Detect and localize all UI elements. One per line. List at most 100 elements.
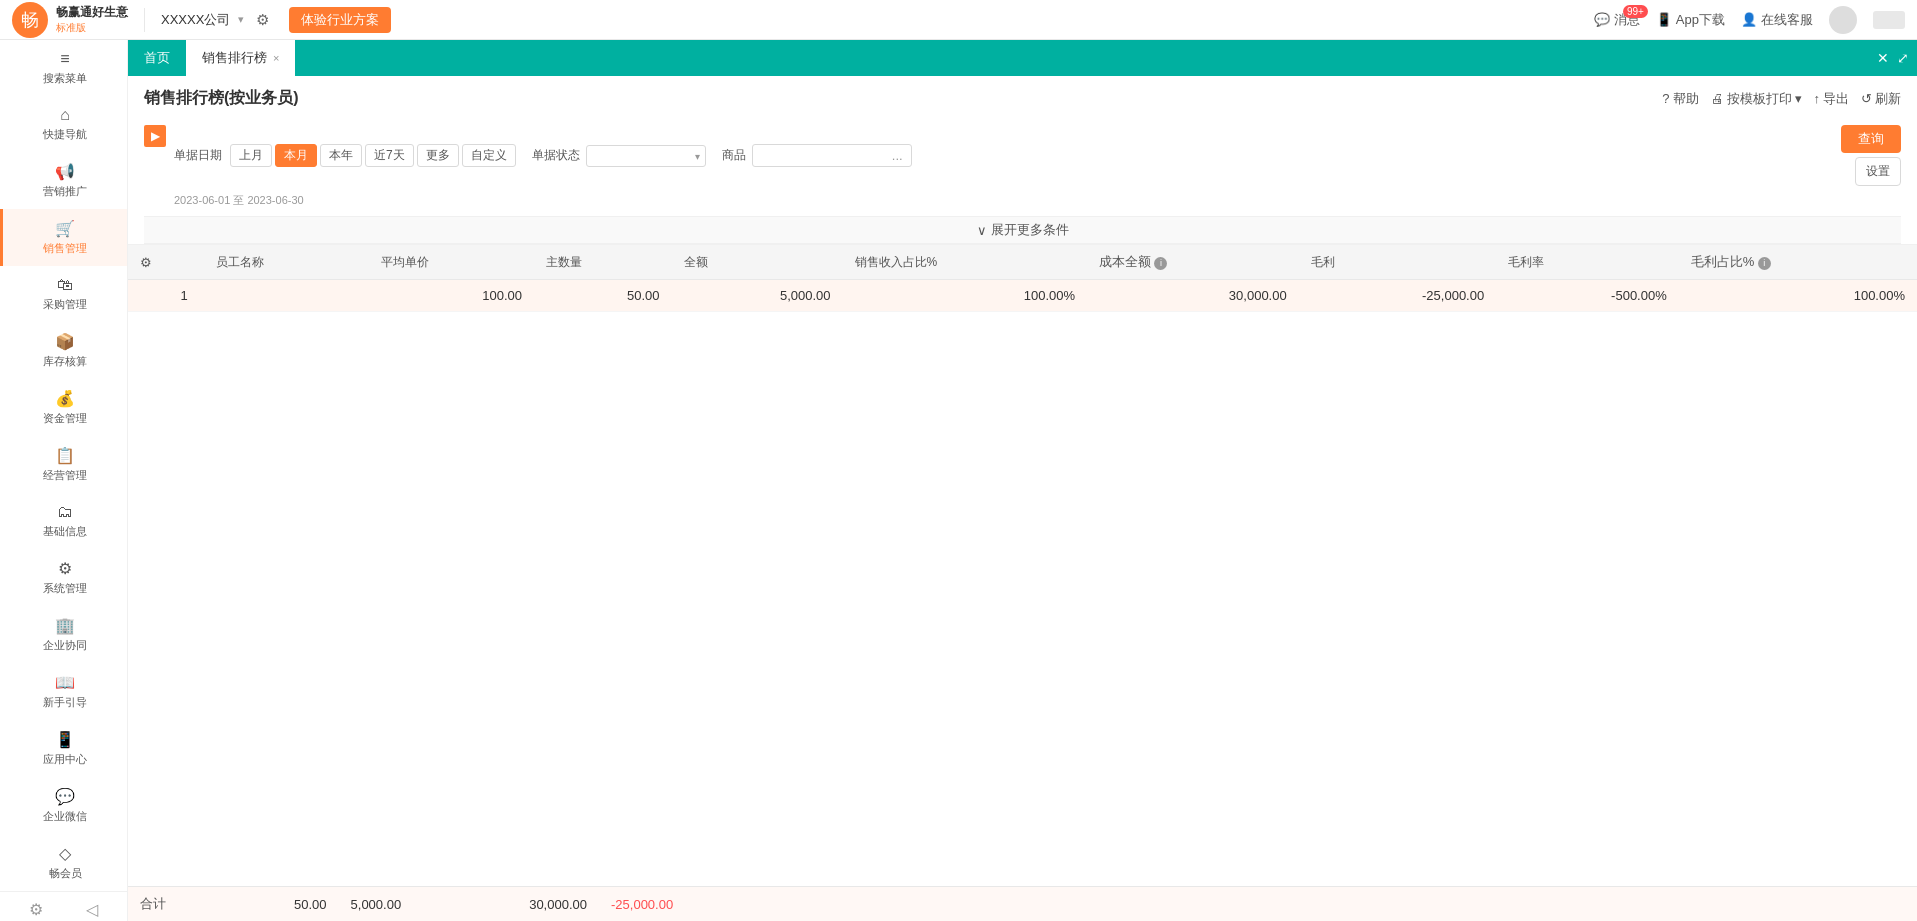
user-avatar[interactable]	[1829, 6, 1857, 34]
message-icon: 💬	[1594, 12, 1610, 27]
sidebar-settings-icon[interactable]: ⚙	[29, 900, 43, 919]
sidebar-item-member-label: 畅会员	[49, 866, 82, 881]
refresh-label: 刷新	[1875, 90, 1901, 108]
last7days-btn[interactable]: 近7天	[365, 144, 414, 167]
footer-amount: 5,000.00	[351, 897, 402, 912]
filter-toggle-btn[interactable]: ▶	[144, 125, 166, 147]
sidebar-item-purchase[interactable]: 🛍 采购管理	[0, 266, 127, 322]
logo-icon: 畅	[12, 2, 48, 38]
tab-close-icon[interactable]: ×	[273, 52, 279, 64]
sidebar-item-finance[interactable]: 💰 资金管理	[0, 379, 127, 436]
expand-more-btn[interactable]: ∨ 展开更多条件	[144, 216, 1901, 244]
sidebar-item-search[interactable]: ≡ 搜索菜单	[0, 40, 127, 96]
message-btn[interactable]: 💬 消息 99+	[1594, 11, 1640, 29]
row-qty-cell: 50.00	[534, 280, 672, 312]
sidebar-item-operations[interactable]: 📋 经营管理	[0, 436, 127, 493]
more-btn[interactable]: 更多	[417, 144, 459, 167]
company-settings-icon[interactable]: ⚙	[256, 11, 269, 29]
status-select[interactable]	[586, 145, 706, 167]
export-btn[interactable]: ↑ 导出	[1814, 90, 1850, 108]
sidebar-collapse-icon[interactable]: ◁	[86, 900, 98, 919]
sidebar-item-quick-nav[interactable]: ⌂ 快捷导航	[0, 96, 127, 152]
sidebar-item-apps[interactable]: 📱 应用中心	[0, 720, 127, 777]
sidebar-item-sales[interactable]: 🛒 销售管理	[0, 209, 127, 266]
col-avg-price: 平均单价	[369, 245, 534, 280]
print-dropdown-icon[interactable]: ▾	[1795, 91, 1802, 106]
sidebar-item-member[interactable]: ◇ 畅会员	[0, 834, 127, 891]
enterprise-icon: 🏢	[55, 616, 75, 635]
row-qty: 50.00	[627, 288, 660, 303]
table-row: 1 100.00 50.00	[128, 280, 1917, 312]
goods-filter-group: 商品 ...	[722, 144, 912, 167]
row-gross-pct-cell: 100.00%	[1679, 280, 1917, 312]
expand-down-icon: ∨	[977, 223, 987, 238]
query-btn[interactable]: 查询	[1841, 125, 1901, 153]
row-gross-rate-cell: -500.00%	[1496, 280, 1679, 312]
row-sales-pct: 100.00%	[1024, 288, 1075, 303]
row-cost: 30,000.00	[1229, 288, 1287, 303]
basic-icon: 🗂	[57, 503, 73, 521]
row-name-cell	[204, 280, 369, 312]
sidebar-item-apps-label: 应用中心	[43, 752, 87, 767]
col-cost: 成本全额 i	[1087, 245, 1299, 280]
goods-select[interactable]: ...	[752, 144, 912, 167]
gear-col-icon: ⚙	[140, 255, 152, 270]
table-area: ⚙ 员工名称 平均单价 主数量 全额 销售收入占比% 成本全额 i	[128, 245, 1917, 921]
last-month-btn[interactable]: 上月	[230, 144, 272, 167]
company-dropdown-icon[interactable]: ▾	[238, 13, 244, 26]
footer-total-label: 合计	[140, 895, 166, 913]
col-qty: 主数量	[534, 245, 672, 280]
active-tab-label: 销售排行榜	[202, 49, 267, 67]
sidebar-item-basic[interactable]: 🗂 基础信息	[0, 493, 127, 549]
operations-icon: 📋	[55, 446, 75, 465]
filter-row-1: 单据日期 上月 本月 本年 近7天 更多 自定义 单据状态	[174, 125, 1901, 186]
window-maximize-icon[interactable]: ⤢	[1897, 50, 1909, 66]
goods-more-icon[interactable]: ...	[892, 148, 903, 163]
finance-icon: 💰	[55, 389, 75, 408]
cost-info-icon[interactable]: i	[1154, 257, 1167, 270]
online-service-btn[interactable]: 👤 在线客服	[1741, 11, 1813, 29]
sidebar-item-inventory[interactable]: 📦 库存核算	[0, 322, 127, 379]
trial-button[interactable]: 体验行业方案	[289, 7, 391, 33]
row-amount: 5,000.00	[780, 288, 831, 303]
print-btn[interactable]: 🖨 按模板打印 ▾	[1711, 90, 1802, 108]
sidebar-item-guide[interactable]: 📖 新手引导	[0, 663, 127, 720]
gross-pct-info-icon[interactable]: i	[1758, 257, 1771, 270]
date-range-display: 2023-06-01 至 2023-06-30	[174, 192, 1901, 208]
home-tab-label: 首页	[144, 49, 170, 67]
window-close-icon[interactable]: ✕	[1877, 50, 1889, 66]
search-menu-icon: ≡	[60, 50, 69, 68]
tab-home[interactable]: 首页	[128, 40, 186, 76]
logo-sub: 标准版	[56, 21, 128, 35]
top-bar: 畅 畅赢通好生意 标准版 XXXXX公司 ▾ ⚙ 体验行业方案 💬 消息 99+…	[0, 0, 1917, 40]
user-name-placeholder[interactable]	[1873, 11, 1905, 29]
this-month-btn[interactable]: 本月	[275, 144, 317, 167]
page-title-row: 销售排行榜(按业务员) ? 帮助 🖨 按模板打印 ▾ ↑	[144, 88, 1901, 109]
custom-btn[interactable]: 自定义	[462, 144, 516, 167]
page-header: 销售排行榜(按业务员) ? 帮助 🖨 按模板打印 ▾ ↑	[128, 76, 1917, 245]
date-filter-label: 单据日期	[174, 147, 222, 164]
col-gross: 毛利	[1299, 245, 1497, 280]
goods-filter-label: 商品	[722, 147, 746, 164]
refresh-btn[interactable]: ↺ 刷新	[1861, 90, 1901, 108]
settings-btn[interactable]: 设置	[1855, 157, 1901, 186]
status-filter-label: 单据状态	[532, 147, 580, 164]
sidebar-item-enterprise[interactable]: 🏢 企业协同	[0, 606, 127, 663]
refresh-icon: ↺	[1861, 91, 1872, 106]
footer-gross: -25,000.00	[611, 897, 673, 912]
col-gear[interactable]: ⚙	[128, 245, 164, 280]
member-icon: ◇	[59, 844, 71, 863]
table-header-row: ⚙ 员工名称 平均单价 主数量 全额 销售收入占比% 成本全额 i	[128, 245, 1917, 280]
company-name[interactable]: XXXXX公司	[161, 11, 230, 29]
app-download-btn[interactable]: 📱 App下载	[1656, 11, 1725, 29]
sidebar-item-marketing[interactable]: 📢 营销推广	[0, 152, 127, 209]
page-actions: ? 帮助 🖨 按模板打印 ▾ ↑ 导出 ↺	[1662, 90, 1901, 108]
help-link[interactable]: ? 帮助	[1662, 90, 1698, 108]
date-btn-group: 上月 本月 本年 近7天 更多 自定义	[230, 144, 516, 167]
guide-icon: 📖	[55, 673, 75, 692]
sidebar-item-search-label: 搜索菜单	[43, 71, 87, 86]
this-year-btn[interactable]: 本年	[320, 144, 362, 167]
tab-sales-ranking[interactable]: 销售排行榜 ×	[186, 40, 295, 76]
sidebar-item-system[interactable]: ⚙ 系统管理	[0, 549, 127, 606]
sidebar-item-wechat[interactable]: 💬 企业微信	[0, 777, 127, 834]
